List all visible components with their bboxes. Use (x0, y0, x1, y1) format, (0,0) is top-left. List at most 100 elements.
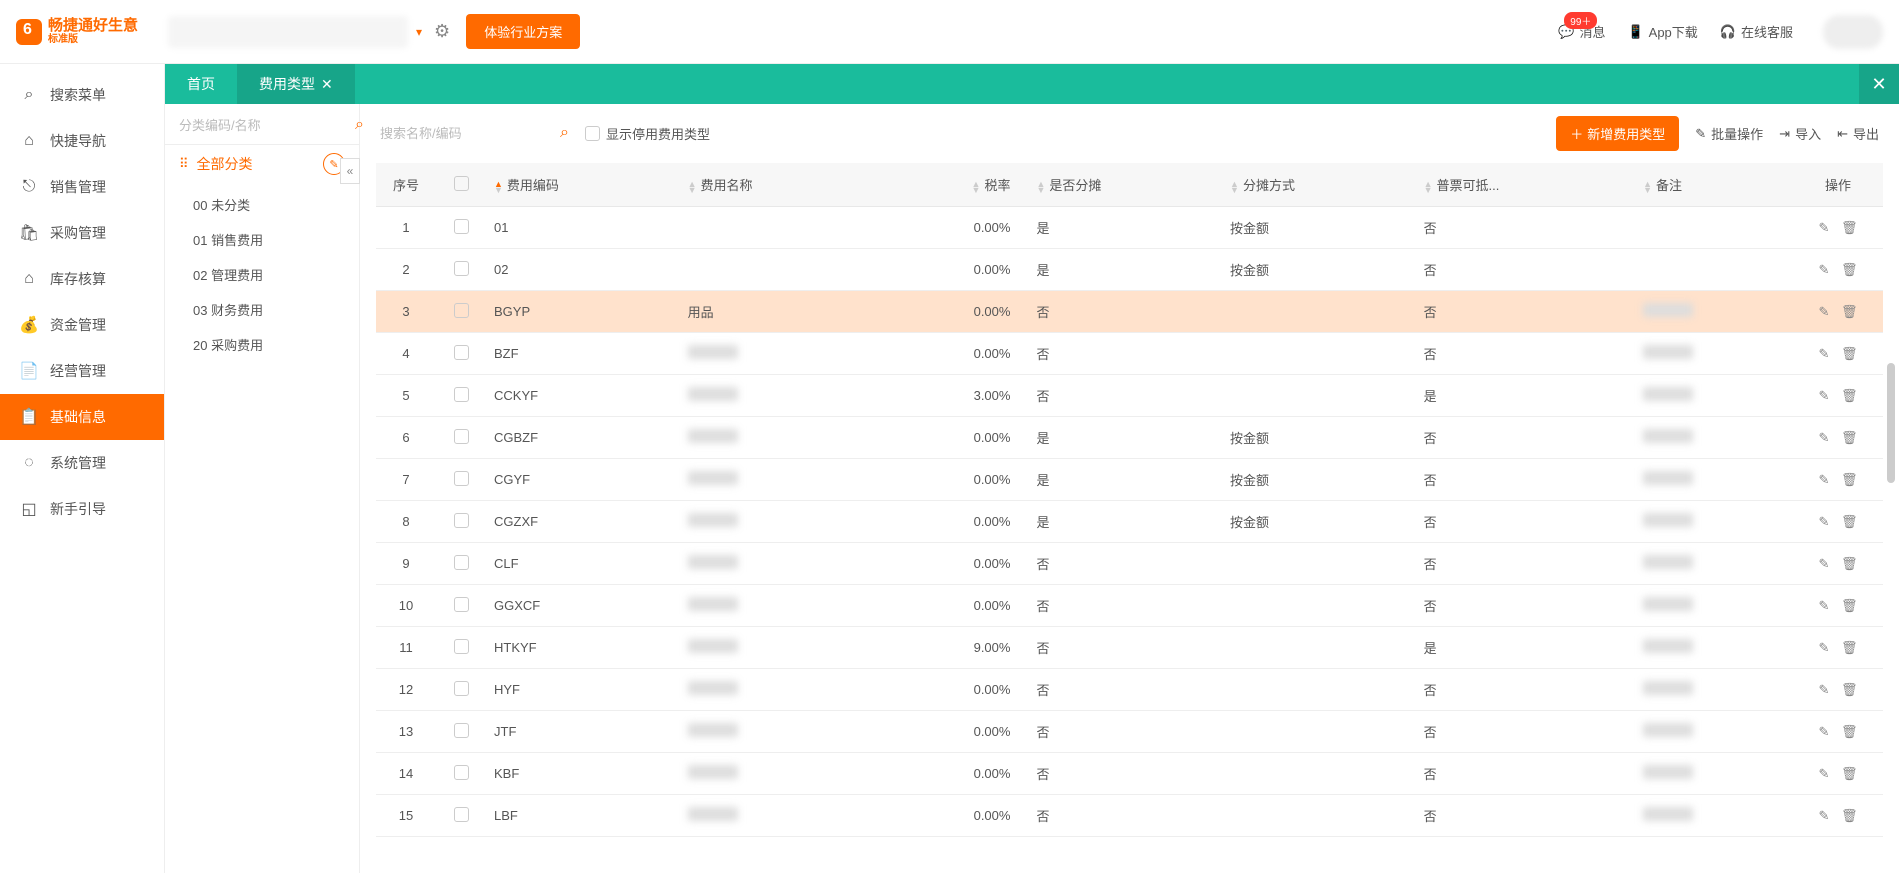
delete-icon[interactable]: 🗑 (1841, 388, 1858, 403)
table-search-input[interactable] (380, 126, 560, 141)
search-icon[interactable]: ⌕ (560, 124, 569, 142)
batch-action[interactable]: ✎ 批量操作 (1695, 124, 1763, 143)
messages-link[interactable]: 💬 99＋ 消息 (1558, 22, 1605, 41)
sidebar-item[interactable]: ◌系统管理 (0, 440, 164, 486)
cell-checkbox[interactable] (436, 291, 486, 333)
delete-icon[interactable]: 🗑 (1841, 262, 1858, 277)
delete-icon[interactable]: 🗑 (1841, 808, 1858, 823)
edit-icon[interactable]: ✎ (1818, 262, 1829, 277)
support-link[interactable]: 🎧 在线客服 (1720, 22, 1793, 41)
delete-icon[interactable]: 🗑 (1841, 640, 1858, 655)
category-all[interactable]: ⠿ 全部分类 ✎ (165, 144, 359, 183)
cell-checkbox[interactable] (436, 333, 486, 375)
search-icon[interactable]: ⌕ (355, 116, 364, 134)
table-row[interactable]: 7 CGYF 0.00% 是 按金额 否 ✎ 🗑 (376, 459, 1883, 501)
sidebar-item[interactable]: ⌂库存核算 (0, 256, 164, 302)
promo-button[interactable]: 体验行业方案 (466, 14, 580, 49)
scrollbar[interactable] (1887, 363, 1895, 483)
cell-checkbox[interactable] (436, 669, 486, 711)
table-row[interactable]: 3 BGYP 用品 0.00% 否 否 ✎ 🗑 (376, 291, 1883, 333)
sidebar-item[interactable]: ⌂快捷导航 (0, 118, 164, 164)
close-icon[interactable]: ✕ (321, 76, 333, 93)
show-disabled-checkbox[interactable]: 显示停用费用类型 (585, 124, 710, 143)
edit-icon[interactable]: ✎ (1818, 430, 1829, 445)
category-item[interactable]: 20 采购费用 (193, 327, 359, 362)
col-method[interactable]: ▲▼分摊方式 (1222, 163, 1416, 207)
delete-icon[interactable]: 🗑 (1841, 598, 1858, 613)
delete-icon[interactable]: 🗑 (1841, 472, 1858, 487)
cell-checkbox[interactable] (436, 417, 486, 459)
table-row[interactable]: 13 JTF 0.00% 否 否 ✎ 🗑 (376, 711, 1883, 753)
delete-icon[interactable]: 🗑 (1841, 556, 1858, 571)
edit-icon[interactable]: ✎ (1818, 388, 1829, 403)
cell-checkbox[interactable] (436, 711, 486, 753)
table-row[interactable]: 2 02 0.00% 是 按金额 否 ✎ 🗑 (376, 249, 1883, 291)
col-code[interactable]: ▲▼费用编码 (486, 163, 680, 207)
edit-icon[interactable]: ✎ (1818, 304, 1829, 319)
col-rate[interactable]: ▲▼税率 (873, 163, 1028, 207)
delete-icon[interactable]: 🗑 (1841, 724, 1858, 739)
edit-icon[interactable]: ✎ (1818, 808, 1829, 823)
edit-icon[interactable]: ✎ (1818, 598, 1829, 613)
edit-icon[interactable]: ✎ (1818, 220, 1829, 235)
delete-icon[interactable]: 🗑 (1841, 220, 1858, 235)
cell-checkbox[interactable] (436, 249, 486, 291)
table-row[interactable]: 9 CLF 0.00% 否 否 ✎ 🗑 (376, 543, 1883, 585)
collapse-panel-button[interactable]: « (340, 158, 360, 184)
add-expense-button[interactable]: ＋ 新增费用类型 (1556, 116, 1679, 151)
table-row[interactable]: 6 CGBZF 0.00% 是 按金额 否 ✎ 🗑 (376, 417, 1883, 459)
org-selector[interactable]: ▾ (168, 16, 422, 48)
table-row[interactable]: 1 01 0.00% 是 按金额 否 ✎ 🗑 (376, 207, 1883, 249)
cell-checkbox[interactable] (436, 753, 486, 795)
col-index[interactable]: 序号 (376, 163, 436, 207)
delete-icon[interactable]: 🗑 (1841, 682, 1858, 697)
category-item[interactable]: 00 未分类 (193, 187, 359, 222)
col-deduct[interactable]: ▲▼普票可抵... (1416, 163, 1635, 207)
gear-icon[interactable]: ⚙ (434, 21, 450, 42)
edit-icon[interactable]: ✎ (1818, 514, 1829, 529)
sidebar-item[interactable]: 📋基础信息 (0, 394, 164, 440)
edit-icon[interactable]: ✎ (1818, 766, 1829, 781)
delete-icon[interactable]: 🗑 (1841, 430, 1858, 445)
table-row[interactable]: 14 KBF 0.00% 否 否 ✎ 🗑 (376, 753, 1883, 795)
sidebar-item[interactable]: 💰资金管理 (0, 302, 164, 348)
logo[interactable]: 畅捷通好生意 标准版 (16, 18, 138, 46)
export-action[interactable]: ⇤ 导出 (1837, 124, 1879, 143)
app-download-link[interactable]: 📱 App下载 (1627, 22, 1697, 41)
delete-icon[interactable]: 🗑 (1841, 346, 1858, 361)
avatar[interactable] (1823, 15, 1883, 49)
category-item[interactable]: 03 财务费用 (193, 292, 359, 327)
category-search-input[interactable] (179, 118, 355, 133)
delete-icon[interactable]: 🗑 (1841, 766, 1858, 781)
table-row[interactable]: 10 GGXCF 0.00% 否 否 ✎ 🗑 (376, 585, 1883, 627)
cell-checkbox[interactable] (436, 375, 486, 417)
table-row[interactable]: 15 LBF 0.00% 否 否 ✎ 🗑 (376, 795, 1883, 837)
table-row[interactable]: 12 HYF 0.00% 否 否 ✎ 🗑 (376, 669, 1883, 711)
edit-icon[interactable]: ✎ (1818, 346, 1829, 361)
delete-icon[interactable]: 🗑 (1841, 304, 1858, 319)
sidebar-item[interactable]: 📄经营管理 (0, 348, 164, 394)
edit-icon[interactable]: ✎ (1818, 640, 1829, 655)
cell-checkbox[interactable] (436, 627, 486, 669)
edit-icon[interactable]: ✎ (1818, 472, 1829, 487)
table-row[interactable]: 11 HTKYF 9.00% 否 是 ✎ 🗑 (376, 627, 1883, 669)
edit-icon[interactable]: ✎ (1818, 556, 1829, 571)
cell-checkbox[interactable] (436, 207, 486, 249)
tab-home[interactable]: 首页 (165, 64, 237, 104)
col-allocate[interactable]: ▲▼是否分摊 (1028, 163, 1222, 207)
sidebar-item[interactable]: ◱新手引导 (0, 486, 164, 532)
delete-icon[interactable]: 🗑 (1841, 514, 1858, 529)
category-item[interactable]: 02 管理费用 (193, 257, 359, 292)
close-all-tabs[interactable]: ✕ (1859, 64, 1899, 104)
cell-checkbox[interactable] (436, 585, 486, 627)
cell-checkbox[interactable] (436, 501, 486, 543)
edit-icon[interactable]: ✎ (1818, 682, 1829, 697)
table-row[interactable]: 5 CCKYF 3.00% 否 是 ✎ 🗑 (376, 375, 1883, 417)
col-checkbox[interactable] (436, 163, 486, 207)
cell-checkbox[interactable] (436, 795, 486, 837)
cell-checkbox[interactable] (436, 459, 486, 501)
sidebar-item[interactable]: ⌕搜索菜单 (0, 72, 164, 118)
sidebar-item[interactable]: 🛍采购管理 (0, 210, 164, 256)
cell-checkbox[interactable] (436, 543, 486, 585)
table-row[interactable]: 4 BZF 0.00% 否 否 ✎ 🗑 (376, 333, 1883, 375)
